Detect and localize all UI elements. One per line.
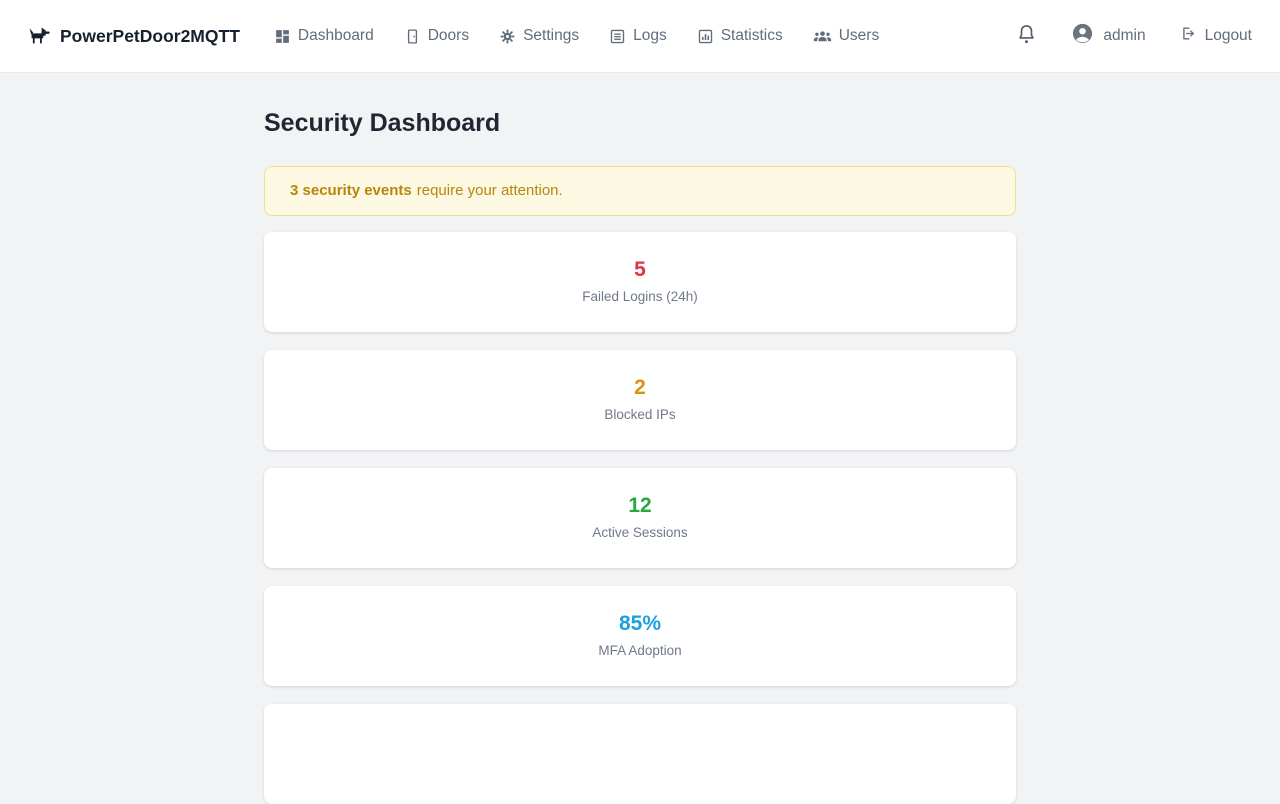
user-menu[interactable]: admin (1071, 22, 1146, 50)
gear-icon (499, 28, 516, 45)
stat-value: 85% (618, 612, 662, 636)
page-title: Security Dashboard (264, 109, 501, 137)
nav-label: Users (838, 27, 880, 44)
nav-item-doors[interactable]: Doors (404, 27, 469, 45)
nav-item-statistics[interactable]: Statistics (697, 27, 783, 45)
logs-icon (609, 28, 626, 45)
nav-label: Settings (523, 27, 580, 44)
stat-label: Active Sessions (592, 525, 688, 541)
nav-item-users[interactable]: Users (813, 27, 879, 45)
stat-label: Blocked IPs (604, 407, 676, 423)
dashboard-icon (274, 28, 291, 45)
dog-icon (28, 27, 50, 45)
nav-item-settings[interactable]: Settings (499, 27, 579, 45)
username: admin (1103, 27, 1146, 44)
alert-highlight: 3 security events (290, 181, 412, 199)
stat-value: 12 (628, 494, 652, 518)
top-navbar: PowerPetDoor2MQTT Dashboard Doors Settin… (0, 0, 1280, 73)
stat-value: 5 (634, 258, 646, 282)
stat-card-failed-logins: 5 Failed Logins (24h) (264, 231, 1016, 332)
logout-label: Logout (1204, 27, 1252, 44)
nav-item-dashboard[interactable]: Dashboard (274, 27, 374, 45)
users-icon (813, 28, 832, 44)
logout-button[interactable]: Logout (1180, 25, 1252, 47)
stat-card-active-sessions: 12 Active Sessions (264, 467, 1016, 568)
bell-icon (1016, 23, 1037, 49)
nav-label: Logs (633, 27, 667, 44)
stat-card-mfa-adoption: 85% MFA Adoption (264, 585, 1016, 686)
avatar-icon (1071, 22, 1094, 50)
nav-label: Dashboard (297, 27, 374, 44)
stat-cards: 5 Failed Logins (24h) 2 Blocked IPs 12 A… (264, 231, 1016, 804)
stat-card-blocked-ips: 2 Blocked IPs (264, 349, 1016, 450)
main-content: Security Dashboard 3 security events requ… (264, 109, 1016, 804)
main-nav: Dashboard Doors Settings Logs Statistics… (274, 27, 879, 45)
security-alert: 3 security events require your attention. (264, 165, 1016, 216)
stat-card-partial (264, 703, 1016, 804)
nav-label: Statistics (720, 27, 783, 44)
brand[interactable]: PowerPetDoor2MQTT (28, 26, 240, 47)
stat-value: 2 (634, 376, 646, 400)
header-actions: admin Logout (1016, 22, 1252, 50)
stat-label: Failed Logins (24h) (582, 289, 698, 305)
stat-label: MFA Adoption (598, 643, 682, 659)
nav-label: Doors (427, 27, 470, 44)
alert-message: require your attention. (416, 181, 563, 199)
nav-item-logs[interactable]: Logs (609, 27, 667, 45)
brand-name: PowerPetDoor2MQTT (60, 25, 240, 46)
notifications-button[interactable] (1016, 23, 1037, 49)
logout-icon (1180, 25, 1197, 47)
statistics-icon (697, 28, 714, 45)
door-icon (404, 28, 421, 45)
